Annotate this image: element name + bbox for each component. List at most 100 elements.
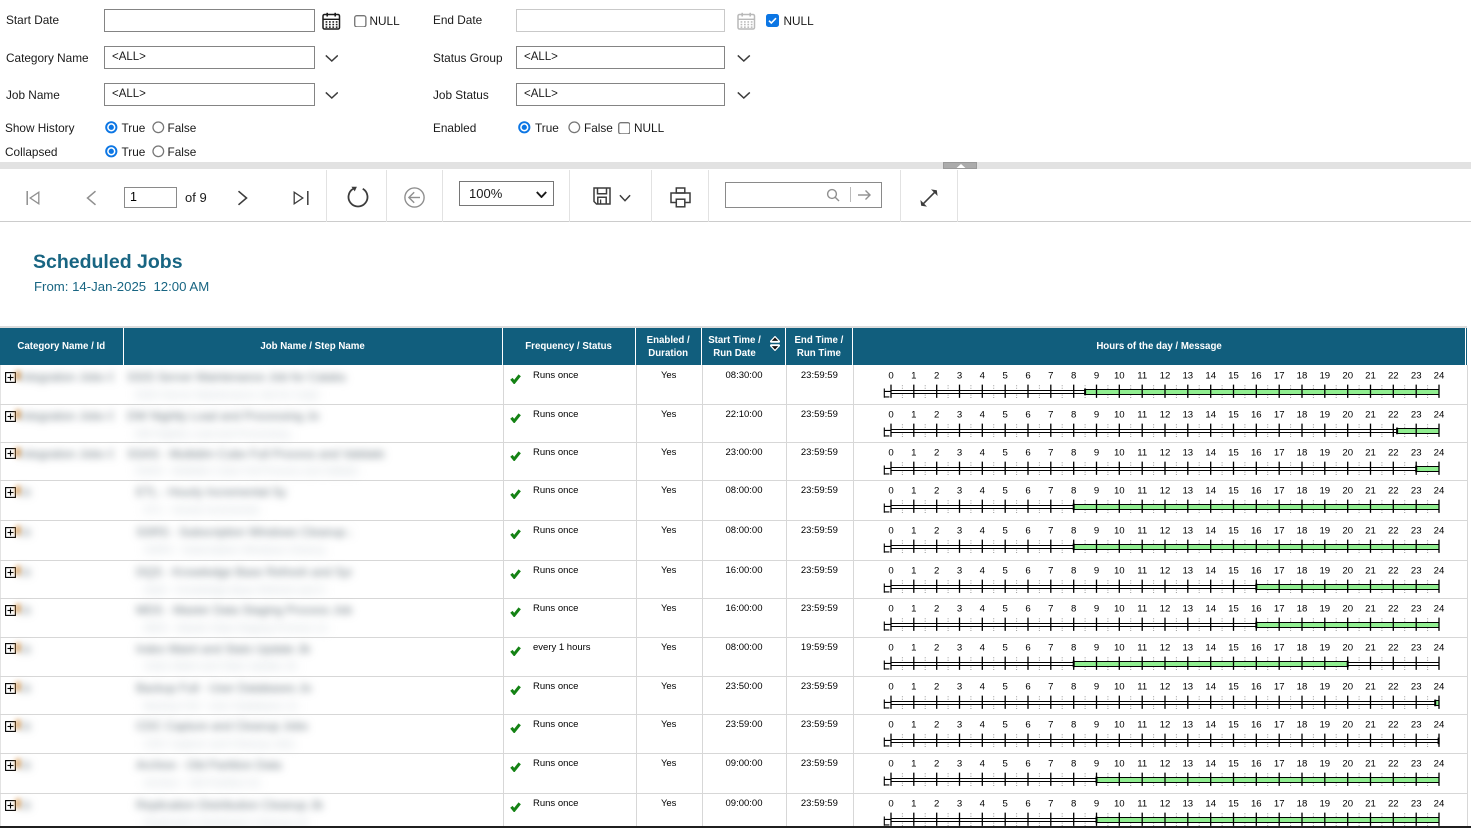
svg-text:18: 18 xyxy=(1297,410,1308,421)
svg-text:20: 20 xyxy=(1342,799,1353,810)
svg-text:0: 0 xyxy=(888,410,893,421)
svg-text:18: 18 xyxy=(1297,759,1308,770)
svg-text:20: 20 xyxy=(1342,566,1353,577)
svg-text:2: 2 xyxy=(934,526,939,537)
svg-text:6: 6 xyxy=(1025,604,1030,615)
svg-text:3: 3 xyxy=(957,410,962,421)
svg-text:3: 3 xyxy=(957,642,962,653)
svg-text:9: 9 xyxy=(1094,604,1099,615)
svg-text:7: 7 xyxy=(1048,604,1053,615)
svg-text:2: 2 xyxy=(934,604,939,615)
svg-text:10: 10 xyxy=(1114,566,1125,577)
svg-text:10: 10 xyxy=(1114,720,1125,731)
svg-text:20: 20 xyxy=(1342,371,1353,382)
svg-text:3: 3 xyxy=(957,799,962,810)
svg-text:11: 11 xyxy=(1137,682,1147,693)
svg-text:9: 9 xyxy=(1094,410,1099,421)
svg-text:7: 7 xyxy=(1048,486,1053,497)
svg-text:15: 15 xyxy=(1228,526,1239,537)
svg-text:8: 8 xyxy=(1071,799,1076,810)
svg-text:8: 8 xyxy=(1071,371,1076,382)
svg-text:5: 5 xyxy=(1003,642,1008,653)
svg-text:11: 11 xyxy=(1137,759,1147,770)
svg-text:1: 1 xyxy=(911,759,916,770)
svg-text:13: 13 xyxy=(1182,759,1193,770)
svg-text:5: 5 xyxy=(1003,759,1008,770)
svg-text:24: 24 xyxy=(1434,642,1445,653)
svg-text:22: 22 xyxy=(1388,526,1399,537)
svg-text:24: 24 xyxy=(1434,447,1445,458)
svg-text:9: 9 xyxy=(1094,566,1099,577)
svg-text:22: 22 xyxy=(1388,566,1399,577)
svg-text:19: 19 xyxy=(1319,566,1330,577)
svg-text:15: 15 xyxy=(1228,759,1239,770)
svg-text:11: 11 xyxy=(1137,566,1147,577)
svg-text:1: 1 xyxy=(911,526,916,537)
svg-text:22: 22 xyxy=(1388,720,1399,731)
svg-text:7: 7 xyxy=(1048,410,1053,421)
svg-text:18: 18 xyxy=(1297,486,1308,497)
svg-text:22: 22 xyxy=(1388,604,1399,615)
svg-text:18: 18 xyxy=(1297,720,1308,731)
svg-text:21: 21 xyxy=(1365,486,1376,497)
svg-text:11: 11 xyxy=(1137,486,1147,497)
svg-text:5: 5 xyxy=(1003,526,1008,537)
svg-text:24: 24 xyxy=(1434,682,1445,693)
svg-text:20: 20 xyxy=(1342,447,1353,458)
svg-text:19: 19 xyxy=(1319,371,1330,382)
svg-text:16: 16 xyxy=(1251,604,1262,615)
svg-text:14: 14 xyxy=(1205,604,1216,615)
svg-text:6: 6 xyxy=(1025,799,1030,810)
svg-text:0: 0 xyxy=(888,759,893,770)
svg-text:20: 20 xyxy=(1342,486,1353,497)
svg-text:7: 7 xyxy=(1048,447,1053,458)
svg-text:19: 19 xyxy=(1319,799,1330,810)
svg-text:22: 22 xyxy=(1388,799,1399,810)
svg-text:22: 22 xyxy=(1388,642,1399,653)
svg-text:17: 17 xyxy=(1274,799,1285,810)
svg-text:5: 5 xyxy=(1003,410,1008,421)
svg-text:0: 0 xyxy=(888,682,893,693)
svg-text:3: 3 xyxy=(957,486,962,497)
svg-text:13: 13 xyxy=(1182,720,1193,731)
svg-text:10: 10 xyxy=(1114,799,1125,810)
svg-text:16: 16 xyxy=(1251,371,1262,382)
svg-text:24: 24 xyxy=(1434,720,1445,731)
svg-text:10: 10 xyxy=(1114,447,1125,458)
svg-text:21: 21 xyxy=(1365,604,1376,615)
svg-text:14: 14 xyxy=(1205,682,1216,693)
svg-text:0: 0 xyxy=(888,720,893,731)
svg-text:14: 14 xyxy=(1205,759,1216,770)
svg-text:8: 8 xyxy=(1071,566,1076,577)
svg-text:8: 8 xyxy=(1071,720,1076,731)
svg-text:14: 14 xyxy=(1205,642,1216,653)
svg-text:5: 5 xyxy=(1003,720,1008,731)
svg-text:16: 16 xyxy=(1251,759,1262,770)
svg-text:13: 13 xyxy=(1182,799,1193,810)
svg-text:16: 16 xyxy=(1251,566,1262,577)
svg-text:8: 8 xyxy=(1071,410,1076,421)
svg-text:11: 11 xyxy=(1137,642,1147,653)
svg-text:16: 16 xyxy=(1251,682,1262,693)
svg-text:3: 3 xyxy=(957,759,962,770)
svg-text:17: 17 xyxy=(1274,526,1285,537)
svg-text:0: 0 xyxy=(888,447,893,458)
svg-text:17: 17 xyxy=(1274,371,1285,382)
svg-text:17: 17 xyxy=(1274,486,1285,497)
svg-text:16: 16 xyxy=(1251,526,1262,537)
svg-text:19: 19 xyxy=(1319,759,1330,770)
svg-text:18: 18 xyxy=(1297,642,1308,653)
svg-text:12: 12 xyxy=(1160,526,1171,537)
svg-text:20: 20 xyxy=(1342,682,1353,693)
svg-text:16: 16 xyxy=(1251,410,1262,421)
svg-text:14: 14 xyxy=(1205,371,1216,382)
svg-text:23: 23 xyxy=(1411,604,1422,615)
svg-text:1: 1 xyxy=(911,604,916,615)
svg-text:4: 4 xyxy=(980,410,986,421)
svg-text:21: 21 xyxy=(1365,642,1376,653)
svg-text:7: 7 xyxy=(1048,759,1053,770)
svg-text:21: 21 xyxy=(1365,720,1376,731)
svg-text:7: 7 xyxy=(1048,720,1053,731)
svg-text:18: 18 xyxy=(1297,566,1308,577)
svg-text:3: 3 xyxy=(957,604,962,615)
